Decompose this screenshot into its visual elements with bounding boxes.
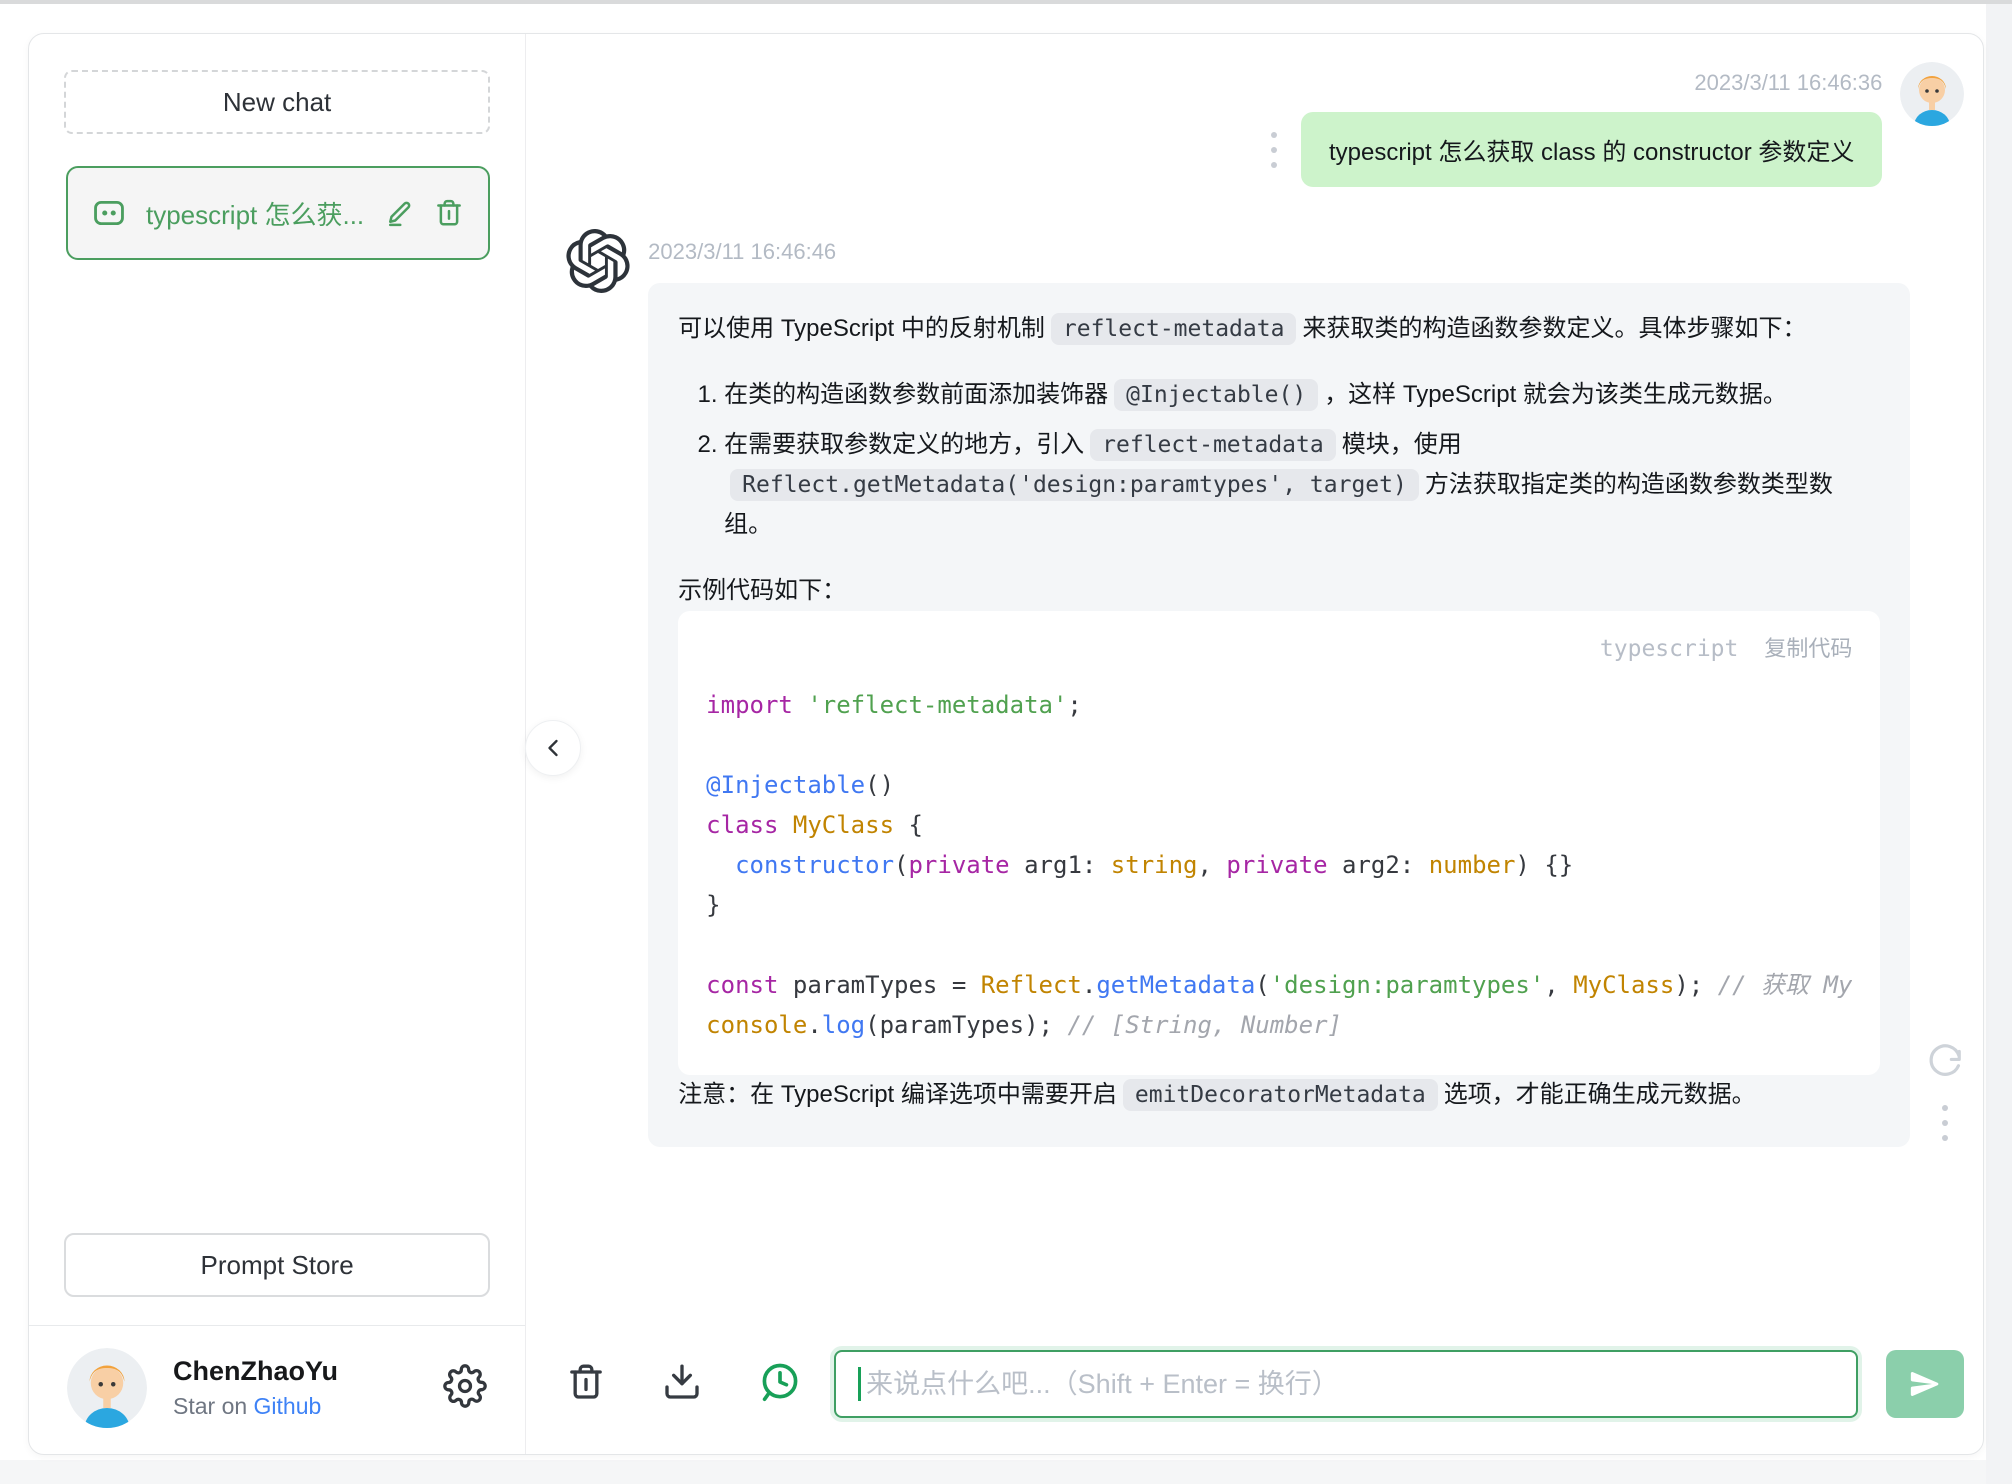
history-context-icon[interactable]: [758, 1360, 802, 1409]
delete-chat-icon[interactable]: [434, 198, 464, 228]
assistant-note-text: 注意：在 TypeScript 编译选项中需要开启 emitDecoratorMe…: [678, 1075, 1880, 1115]
code-block: typescript 复制代码 import 'reflect-metadata…: [678, 611, 1881, 1075]
sidebar-bottom: Prompt Store ChenZhaoYu Star on Github: [29, 1233, 526, 1454]
assistant-message-bubble: 可以使用 TypeScript 中的反射机制 reflect-metadata 来获…: [648, 283, 1911, 1147]
example-label: 示例代码如下：: [678, 577, 847, 604]
message-options-icon[interactable]: [1267, 128, 1281, 172]
code-language-label: typescript: [1599, 636, 1739, 662]
text-caret: [858, 1367, 862, 1401]
send-plane-icon: [1911, 1371, 1939, 1397]
chat-panel: 2023/3/11 16:46:36 typescript 怎么获取 class…: [525, 34, 1983, 1454]
message-controls: [1926, 1042, 1964, 1147]
assistant-intro-text: 可以使用 TypeScript 中的反射机制 reflect-metadata 来获…: [678, 309, 1880, 349]
assistant-message-timestamp: 2023/3/11 16:46:46: [648, 239, 837, 264]
list-item: 在类的构造函数参数前面添加装饰器@Injectable()，这样 TypeScr…: [724, 375, 1880, 415]
clear-conversation-icon[interactable]: [566, 1362, 606, 1407]
composer-bar: [526, 1350, 1983, 1418]
sidebar: New chat typescript 怎么获... Prompt Store: [29, 34, 526, 1454]
export-download-icon[interactable]: [662, 1362, 702, 1407]
code-content: import 'reflect-metadata'; @Injectable()…: [706, 691, 1853, 1039]
user-meta: ChenZhaoYu Star on Github: [173, 1356, 338, 1420]
assistant-message: 2023/3/11 16:46:46 可以使用 TypeScript 中的反射机…: [566, 229, 1964, 1147]
chat-scroll-area[interactable]: 2023/3/11 16:46:36 typescript 怎么获取 class…: [526, 34, 1983, 1326]
user-subtitle-text: Star on: [173, 1393, 254, 1419]
page-bottom-margin: [0, 1460, 1986, 1484]
prompt-store-button[interactable]: Prompt Store: [64, 1233, 491, 1297]
chat-bubble-icon: [94, 200, 124, 226]
message-options-icon[interactable]: [1938, 1101, 1952, 1145]
sidebar-item-chat-history[interactable]: typescript 怎么获...: [66, 166, 491, 260]
sidebar-collapse-button[interactable]: [525, 720, 581, 776]
regenerate-icon[interactable]: [1926, 1042, 1964, 1085]
user-avatar: [1900, 62, 1965, 126]
user-name: ChenZhaoYu: [173, 1356, 339, 1386]
message-input[interactable]: [834, 1350, 1859, 1418]
user-message: 2023/3/11 16:46:36 typescript 怎么获取 class…: [566, 62, 1965, 187]
list-item: 在需要获取参数定义的地方，引入reflect-metadata模块，使用Refl…: [724, 425, 1880, 545]
user-message-bubble: typescript 怎么获取 class 的 constructor 参数定义: [1300, 112, 1883, 187]
app-window: New chat typescript 怎么获... Prompt Store: [28, 33, 1984, 1455]
edit-icon[interactable]: [384, 198, 414, 228]
page-right-margin: [1986, 4, 2012, 1484]
window-top-edge: [0, 0, 2012, 4]
new-chat-button[interactable]: New chat: [64, 70, 491, 134]
github-link[interactable]: Github: [254, 1393, 322, 1419]
assistant-steps-list: 在类的构造函数参数前面添加装饰器@Injectable()，这样 TypeScr…: [678, 375, 1880, 545]
chevron-left-icon: [548, 739, 558, 757]
openai-logo-icon: [566, 229, 630, 294]
user-subtitle: Star on Github: [173, 1393, 338, 1420]
sidebar-user-row: ChenZhaoYu Star on Github: [29, 1325, 526, 1454]
settings-gear-icon[interactable]: [443, 1363, 487, 1413]
chat-history-title: typescript 怎么获...: [146, 199, 365, 230]
copy-code-button[interactable]: 复制代码: [1764, 629, 1852, 669]
user-avatar: [67, 1348, 147, 1428]
user-message-timestamp: 2023/3/11 16:46:36: [1694, 70, 1883, 95]
send-button[interactable]: [1886, 1350, 1965, 1418]
